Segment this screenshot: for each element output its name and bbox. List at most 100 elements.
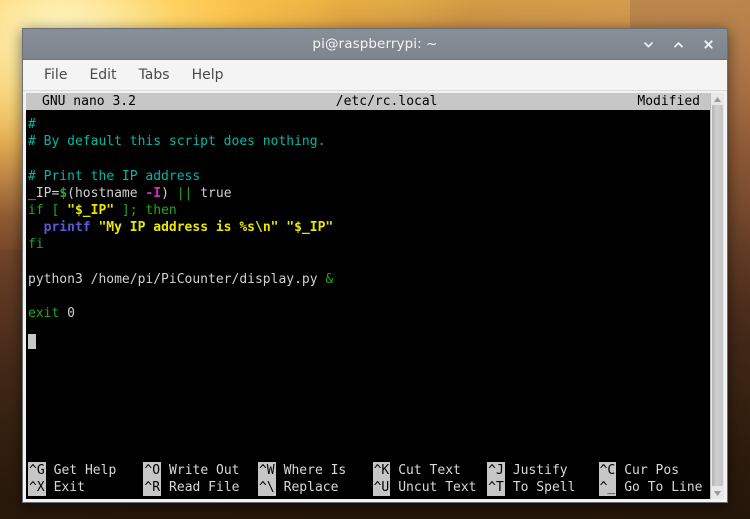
shortcut-label: Cur Pos [624,463,680,478]
chevron-up-icon [673,41,683,47]
code-token: ) [161,185,169,201]
minimize-button[interactable] [635,31,661,57]
code-token: _IP= [28,185,60,201]
window-titlebar[interactable]: pi@raspberrypi: ~ [23,29,727,60]
code-line: # [26,116,710,133]
shortcut-label: Write Out [169,463,240,478]
shortcut-label: Where Is [283,463,347,478]
menu-help[interactable]: Help [183,64,233,86]
terminal-window: pi@raspberrypi: ~ File Edit Tabs Help GN… [22,28,728,503]
code-lines: # # By default this script does nothing. … [26,116,710,322]
nano-modified-label: Modified [637,94,700,109]
code-token: printf [43,220,91,236]
shortcut-item[interactable]: ^W Where Is [257,462,373,479]
scroll-up-button[interactable] [711,93,724,105]
shortcut-item[interactable]: ^G Get Help [28,462,143,479]
code-token: & [325,271,334,287]
code-token: 0 [59,306,75,322]
shortcut-key: ^_ [598,479,617,496]
code-token: "$_IP" [286,220,334,236]
shortcut-key: ^K [372,462,391,479]
window-controls [635,31,721,57]
shortcut-item[interactable]: ^J Justify [487,462,598,479]
code-token: # [28,117,36,132]
shortcut-label: Cut Text [398,463,461,478]
code-line: exit 0 [26,305,710,322]
code-line: printf "My IP address is %s\n" "$_IP" [26,219,710,236]
code-line: # By default this script does nothing. [26,133,710,150]
code-token: (hostname [67,185,146,201]
code-token: # By default this script does nothing. [28,134,326,150]
menubar: File Edit Tabs Help [23,60,727,91]
close-icon [703,39,713,49]
text-cursor [28,334,36,349]
shortcut-key: ^C [598,462,617,479]
shortcut-label: To Spell [512,480,576,495]
chevron-down-icon [643,41,653,47]
terminal-content[interactable]: GNU nano 3.2 /etc/rc.local Modified # # B… [26,93,710,499]
shortcut-label: Justify [512,463,568,478]
shortcut-key: ^\ [257,479,276,496]
nano-shortcut-bar: ^G Get Help ^O Write Out ^W Where Is ^K Cut Tex… [26,460,710,499]
code-token: if [ [28,202,68,218]
shortcut-key: ^G [28,462,46,479]
code-token: fi [28,237,44,253]
shortcut-label: Get Help [53,463,117,478]
nano-filename-label: /etc/rc.local [335,94,438,109]
shortcut-label: Uncut Text [398,480,477,495]
code-token: # Print the IP address [28,168,201,184]
shortcut-item[interactable]: ^_ Go To Line [598,479,710,496]
code-token: true [200,185,232,201]
shortcut-label: Replace [283,480,339,495]
terminal-scrollbar[interactable] [710,93,724,499]
shortcut-item[interactable]: ^O Write Out [143,462,258,479]
code-token: -I [145,185,162,201]
window-title: pi@raspberrypi: ~ [312,36,438,52]
code-token: || [168,185,201,201]
desktop-background: pi@raspberrypi: ~ File Edit Tabs Help GN… [0,0,750,519]
shortcut-item[interactable]: ^X Exit [28,479,143,496]
triangle-down-icon [714,490,721,496]
triangle-up-icon [714,96,721,102]
shortcut-key: ^U [372,479,391,496]
code-line: if [ "$_IP" ]; then [26,202,710,219]
code-line: python3 /home/pi/PiCounter/display.py & [26,271,710,288]
scroll-down-button[interactable] [711,487,724,499]
shortcut-key: ^T [487,479,505,496]
code-token: ]; then [114,202,177,218]
shortcut-row-secondary: ^X Exit ^R Read File ^\ Replace ^U Uncut Text ^T… [26,479,710,496]
terminal-area: GNU nano 3.2 /etc/rc.local Modified # # B… [23,91,727,502]
shortcut-key: ^W [257,462,276,479]
shortcut-item[interactable]: ^U Uncut Text [372,479,488,496]
shortcut-item[interactable]: ^K Cut Text [372,462,488,479]
shortcut-label: Read File [169,480,240,495]
code-token: "My IP address is %s\n" [98,220,279,236]
close-button[interactable] [695,31,721,57]
shortcut-label: Go To Line [624,480,703,495]
shortcut-key: ^R [143,479,162,496]
nano-editor-buffer[interactable]: # # By default this script does nothing. … [26,110,710,451]
shortcut-key: ^J [487,462,505,479]
code-token: "$_IP" [67,202,115,218]
shortcut-item[interactable]: ^C Cur Pos [598,462,710,479]
code-line: fi [26,236,710,253]
code-line: # Print the IP address [26,168,710,185]
code-token: python3 /home/pi/PiCounter/display.py [28,271,326,287]
shortcut-item[interactable]: ^R Read File [143,479,258,496]
nano-version-label: GNU nano 3.2 [42,94,136,109]
code-token: $ [59,185,68,201]
shortcut-key: ^O [143,462,162,479]
menu-edit[interactable]: Edit [80,64,125,86]
menu-tabs[interactable]: Tabs [130,64,179,86]
maximize-button[interactable] [665,31,691,57]
shortcut-item[interactable]: ^\ Replace [257,479,373,496]
shortcut-item[interactable]: ^T To Spell [487,479,598,496]
menu-file[interactable]: File [35,64,76,86]
shortcut-key: ^X [28,479,46,496]
scrollbar-thumb[interactable] [712,105,723,486]
code-token: exit [28,306,60,322]
